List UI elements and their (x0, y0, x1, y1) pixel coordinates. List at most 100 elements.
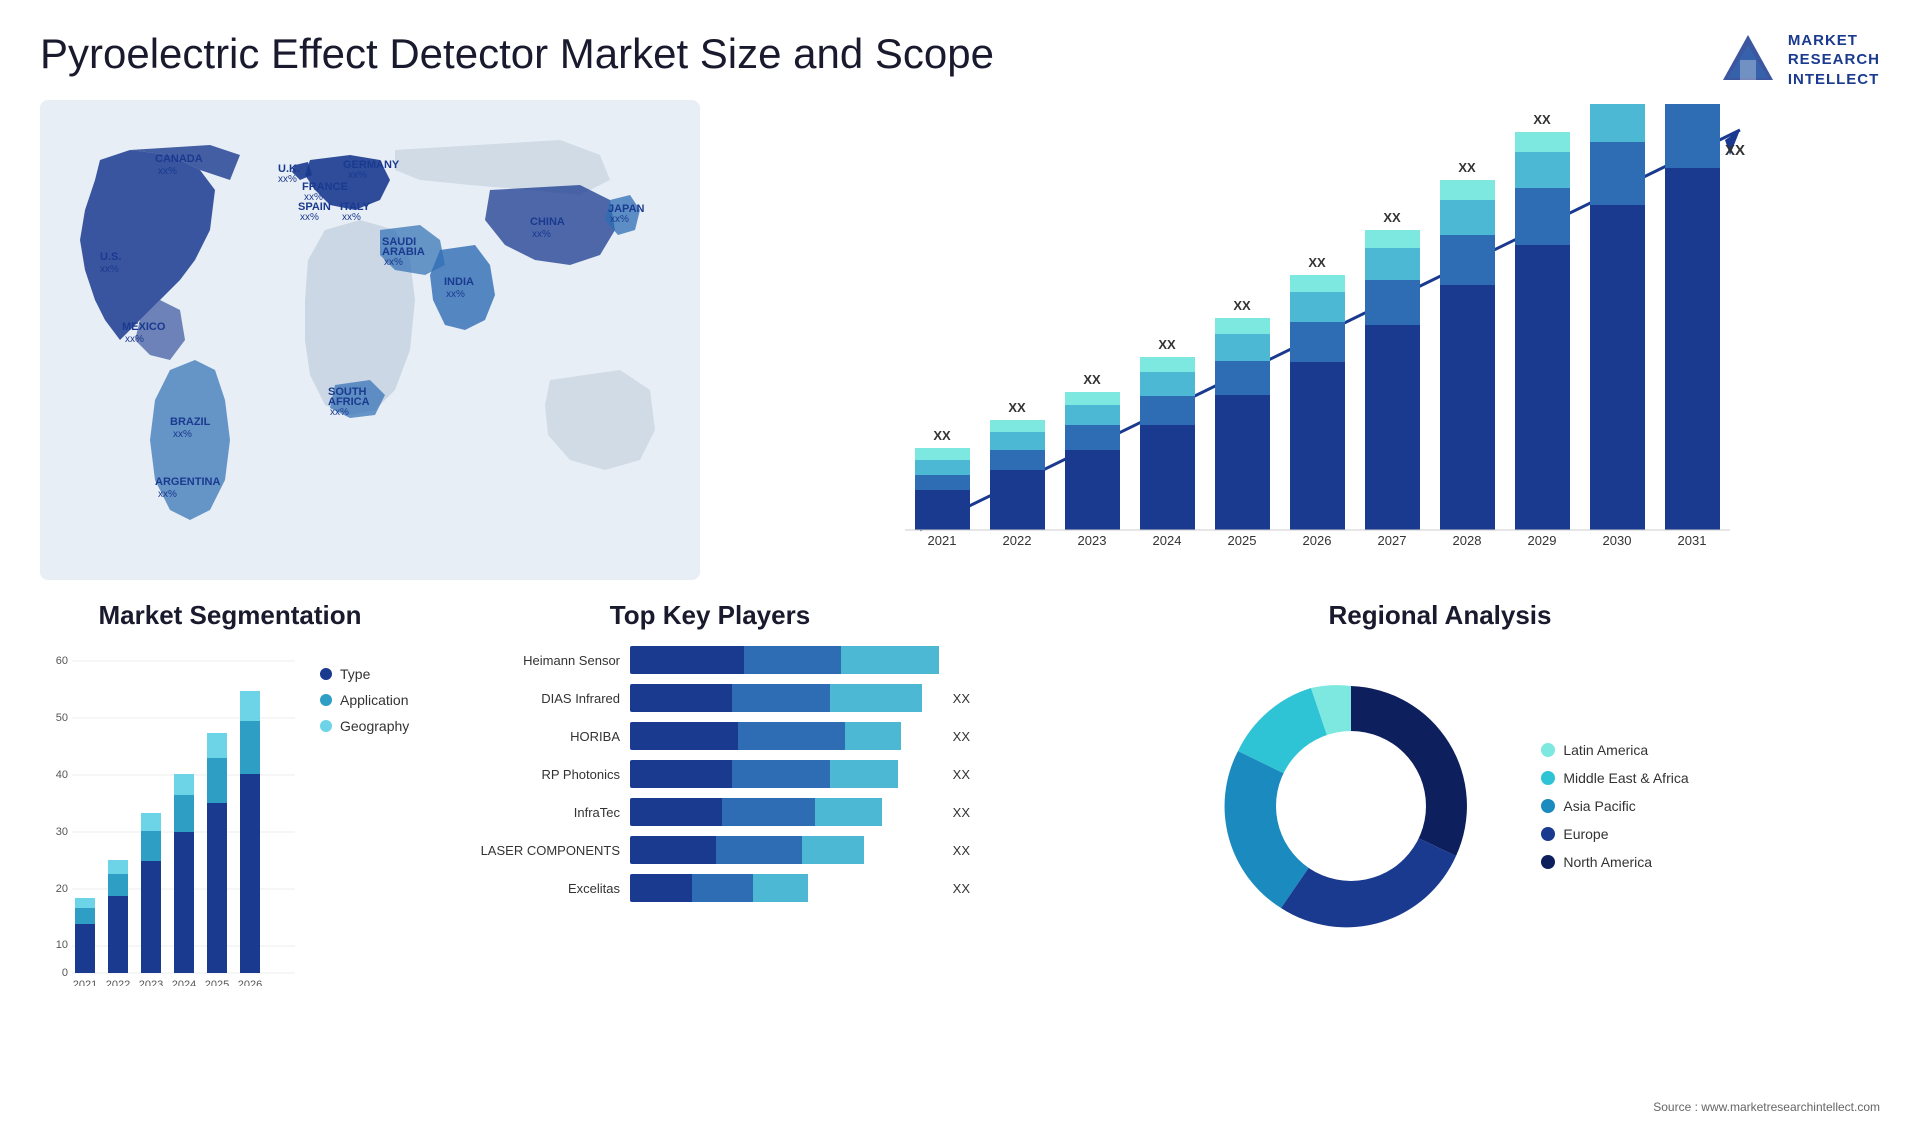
legend-dot-north-america (1541, 855, 1555, 869)
legend-geography-label: Geography (340, 718, 409, 734)
bar-mid (744, 646, 842, 674)
player-value: XX (953, 729, 970, 744)
player-bar (630, 798, 938, 826)
legend-asia-pacific: Asia Pacific (1541, 798, 1688, 814)
legend-dot-asia-pacific (1541, 799, 1555, 813)
legend-geography: Geography (320, 718, 409, 734)
svg-text:10: 10 (56, 939, 68, 951)
legend-latin-america: Latin America (1541, 742, 1688, 758)
segmentation-title: Market Segmentation (40, 600, 420, 631)
svg-text:2031: 2031 (1678, 533, 1707, 548)
svg-text:xx%: xx% (330, 407, 349, 418)
legend-label-middle-east: Middle East & Africa (1563, 770, 1688, 786)
player-value: XX (953, 767, 970, 782)
logo-icon (1718, 30, 1778, 90)
svg-text:2026: 2026 (1303, 533, 1332, 548)
svg-text:2022: 2022 (1003, 533, 1032, 548)
bar-light (841, 646, 939, 674)
regional-section: Regional Analysis (1000, 600, 1880, 1090)
bar-light (845, 722, 900, 750)
bar-dark (630, 798, 722, 826)
legend-dot-latin-america (1541, 743, 1555, 757)
legend-north-america: North America (1541, 854, 1688, 870)
player-name: Excelitas (460, 881, 620, 896)
bar-dark (630, 684, 732, 712)
player-bar (630, 874, 938, 902)
svg-text:xx%: xx% (300, 212, 319, 223)
player-row: LASER COMPONENTS XX (460, 836, 970, 864)
svg-text:XX: XX (1158, 337, 1176, 352)
bar-mid (738, 722, 846, 750)
svg-text:60: 60 (56, 655, 68, 667)
svg-text:2021: 2021 (928, 533, 957, 548)
svg-text:2028: 2028 (1453, 533, 1482, 548)
segmentation-legend: Type Application Geography (320, 646, 409, 734)
player-name: HORIBA (460, 729, 620, 744)
player-row: Heimann Sensor (460, 646, 970, 674)
bar-mid (692, 874, 754, 902)
bar-dark (630, 760, 732, 788)
svg-text:2025: 2025 (1228, 533, 1257, 548)
legend-dot-europe (1541, 827, 1555, 841)
player-row: Excelitas XX (460, 874, 970, 902)
key-players-section: Top Key Players Heimann Sensor DIAS Infr… (450, 600, 970, 1090)
bar-chart-section: XX 2021 XX 2022 XX 2023 XX 2024 (720, 100, 1880, 580)
svg-text:20: 20 (56, 883, 68, 895)
segmentation-section: Market Segmentation 60 50 40 30 20 10 0 (40, 600, 420, 1090)
legend-label-latin-america: Latin America (1563, 742, 1648, 758)
bar-mid (732, 684, 830, 712)
legend-type-label: Type (340, 666, 370, 682)
bar-light (830, 684, 922, 712)
svg-text:xx%: xx% (278, 174, 297, 185)
legend-type: Type (320, 666, 409, 682)
legend-europe: Europe (1541, 826, 1688, 842)
svg-text:XX: XX (933, 428, 951, 443)
bar-dark (630, 874, 692, 902)
svg-text:2021: 2021 (73, 979, 97, 986)
legend-dot-application (320, 694, 332, 706)
svg-text:xx%: xx% (446, 289, 465, 300)
player-row: DIAS Infrared XX (460, 684, 970, 712)
bar-light (753, 874, 808, 902)
svg-text:xx%: xx% (125, 334, 144, 345)
legend-application-label: Application (340, 692, 409, 708)
bar-dark (630, 836, 716, 864)
svg-text:xx%: xx% (158, 489, 177, 500)
svg-text:XX: XX (1725, 142, 1745, 159)
player-bar (630, 684, 938, 712)
svg-text:50: 50 (56, 712, 68, 724)
logo-text: MARKET RESEARCH INTELLECT (1788, 31, 1880, 90)
player-bar (630, 760, 938, 788)
svg-text:MEXICO: MEXICO (122, 321, 166, 333)
bar-mid (722, 798, 814, 826)
svg-text:2029: 2029 (1528, 533, 1557, 548)
logo: MARKET RESEARCH INTELLECT (1718, 30, 1880, 90)
bar-mid (732, 760, 830, 788)
svg-text:XX: XX (1458, 160, 1476, 175)
source-text: Source : www.marketresearchintellect.com (0, 1100, 1920, 1119)
bar-light (802, 836, 864, 864)
svg-text:XX: XX (1308, 255, 1326, 270)
page-title: Pyroelectric Effect Detector Market Size… (40, 30, 994, 78)
svg-text:2022: 2022 (106, 979, 130, 986)
bar-dark (630, 722, 738, 750)
legend-middle-east: Middle East & Africa (1541, 770, 1688, 786)
seg-chart-container: 60 50 40 30 20 10 0 (40, 646, 420, 986)
svg-text:2024: 2024 (172, 979, 196, 986)
svg-text:BRAZIL: BRAZIL (170, 416, 211, 428)
player-row: HORIBA XX (460, 722, 970, 750)
bottom-content: Market Segmentation 60 50 40 30 20 10 0 (0, 580, 1920, 1100)
legend-dot-geography (320, 720, 332, 732)
regional-legend: Latin America Middle East & Africa Asia … (1541, 742, 1688, 870)
svg-text:2026: 2026 (238, 979, 262, 986)
players-list: Heimann Sensor DIAS Infrared XX (450, 646, 970, 902)
svg-text:xx%: xx% (532, 229, 551, 240)
svg-text:xx%: xx% (384, 257, 403, 268)
svg-text:U.S.: U.S. (100, 251, 121, 263)
svg-text:40: 40 (56, 769, 68, 781)
svg-text:2023: 2023 (1078, 533, 1107, 548)
svg-text:XX: XX (1383, 210, 1401, 225)
legend-label-north-america: North America (1563, 854, 1652, 870)
legend-label-europe: Europe (1563, 826, 1608, 842)
svg-text:xx%: xx% (100, 264, 119, 275)
